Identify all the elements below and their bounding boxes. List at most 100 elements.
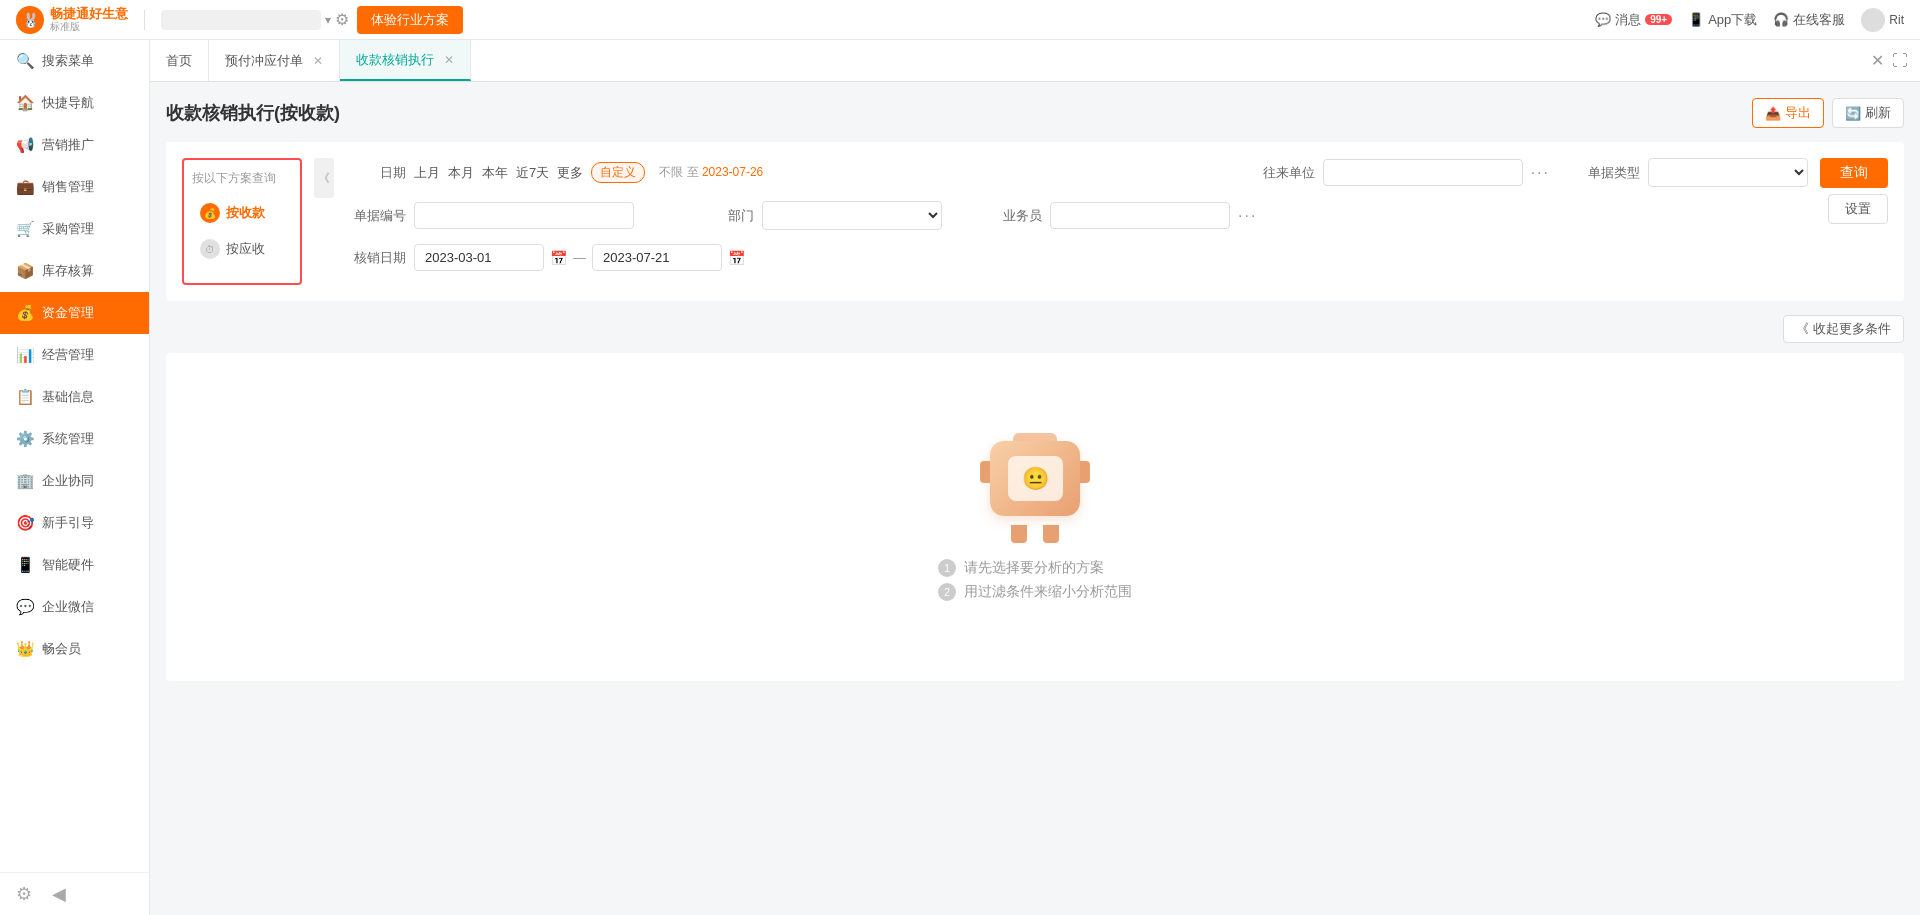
date-custom[interactable]: 自定义: [591, 162, 645, 183]
sidebar-item-label: 智能硬件: [42, 556, 94, 574]
receivable-icon: ⏱: [200, 239, 220, 259]
bill-no-input[interactable]: [414, 202, 634, 229]
dept-select[interactable]: [762, 201, 942, 230]
maximize-icon[interactable]: ⛶: [1892, 52, 1908, 70]
sidebar-item-inventory[interactable]: 📦 库存核算: [0, 250, 149, 292]
date-more[interactable]: 更多: [557, 164, 583, 182]
date-this-month[interactable]: 本月: [448, 164, 474, 182]
counterparty-input[interactable]: [1323, 159, 1523, 186]
filter-form: 日期 上月 本月 本年 近7天 更多 自定义 不限 至: [346, 158, 1808, 285]
sidebar-item-label: 搜索菜单: [42, 52, 94, 70]
calendar-from-icon[interactable]: 📅: [550, 250, 567, 266]
search-icon: 🔍: [16, 52, 34, 70]
date-this-year[interactable]: 本年: [482, 164, 508, 182]
tab-prepay-close[interactable]: ✕: [313, 54, 323, 68]
enterprise-icon: 🏢: [16, 472, 34, 490]
sidebar-item-management[interactable]: 📊 经营管理: [0, 334, 149, 376]
dept-label: 部门: [694, 207, 754, 225]
gear-icon[interactable]: ⚙: [335, 10, 349, 29]
dept-field: 部门: [694, 201, 942, 230]
calendar-to-icon[interactable]: 📅: [728, 250, 745, 266]
sidebar-item-label: 企业微信: [42, 598, 94, 616]
sidebar-item-finance[interactable]: 💰 资金管理: [0, 292, 149, 334]
tip-text-1: 请先选择要分析的方案: [964, 559, 1104, 577]
date-range: 📅 — 📅: [414, 244, 745, 271]
verify-date-to-input[interactable]: [592, 244, 722, 271]
online-service-label: 在线客服: [1793, 11, 1845, 29]
sidebar-item-guide[interactable]: 🎯 新手引导: [0, 502, 149, 544]
sidebar-item-label: 畅会员: [42, 640, 81, 658]
sidebar-item-search[interactable]: 🔍 搜索菜单: [0, 40, 149, 82]
refresh-label: 刷新: [1865, 104, 1891, 122]
collapse-filter-button[interactable]: 《: [314, 158, 334, 198]
close-window-icon[interactable]: ✕: [1871, 51, 1884, 70]
staff-more-icon[interactable]: ···: [1238, 207, 1257, 225]
export-button[interactable]: 📤 导出: [1752, 98, 1824, 128]
query-button[interactable]: 查询: [1820, 158, 1888, 188]
message-button[interactable]: 💬 消息 99+: [1595, 11, 1672, 29]
marketing-icon: 📢: [16, 136, 34, 154]
sidebar-item-label: 快捷导航: [42, 94, 94, 112]
sidebar-item-nav[interactable]: 🏠 快捷导航: [0, 82, 149, 124]
main-layout: 🔍 搜索菜单 🏠 快捷导航 📢 营销推广 💼 销售管理 🛒 采购管理 📦 库存核…: [0, 40, 1920, 915]
tab-bar: 首页 预付冲应付单 ✕ 收款核销执行 ✕ ✕ ⛶: [150, 40, 1920, 82]
verify-date-from-input[interactable]: [414, 244, 544, 271]
tab-bar-right: ✕ ⛶: [1859, 40, 1920, 81]
app-download-label: App下载: [1708, 11, 1757, 29]
sidebar-item-marketing[interactable]: 📢 营销推广: [0, 124, 149, 166]
filter-option-by-receivable[interactable]: ⏱ 按应收: [192, 233, 292, 265]
headset-icon: 🎧: [1773, 12, 1789, 27]
staff-input[interactable]: [1050, 202, 1230, 229]
home-icon: 🏠: [16, 94, 34, 112]
system-icon: ⚙️: [16, 430, 34, 448]
sidebar: 🔍 搜索菜单 🏠 快捷导航 📢 营销推广 💼 销售管理 🛒 采购管理 📦 库存核…: [0, 40, 150, 915]
sidebar-item-member[interactable]: 👑 畅会员: [0, 628, 149, 670]
management-icon: 📊: [16, 346, 34, 364]
bill-type-field: 单据类型: [1580, 158, 1808, 187]
hardware-icon: 📱: [16, 556, 34, 574]
solution-button[interactable]: 体验行业方案: [357, 6, 463, 34]
basic-icon: 📋: [16, 388, 34, 406]
sidebar-item-label: 采购管理: [42, 220, 94, 238]
top-bar: 🐰 畅捷通好生意 标准版 ▾ ⚙ 体验行业方案 💬 消息 99+ 📱 App下载…: [0, 0, 1920, 40]
sidebar-item-basic[interactable]: 📋 基础信息: [0, 376, 149, 418]
app-download-button[interactable]: 📱 App下载: [1688, 11, 1757, 29]
settings-bottom-icon[interactable]: ⚙: [16, 883, 32, 905]
receipt-icon: 💰: [200, 203, 220, 223]
verify-date-field: 核销日期 📅 — 📅: [346, 244, 745, 271]
edition-text: 标准版: [50, 21, 128, 33]
tab-receipts[interactable]: 收款核销执行 ✕: [340, 40, 471, 81]
date-last-month[interactable]: 上月: [414, 164, 440, 182]
tip-text-2: 用过滤条件来缩小分析范围: [964, 583, 1132, 601]
date-7days[interactable]: 近7天: [516, 164, 549, 182]
tab-receipts-close[interactable]: ✕: [444, 53, 454, 67]
sidebar-item-sales[interactable]: 💼 销售管理: [0, 166, 149, 208]
sidebar-item-enterprise[interactable]: 🏢 企业协同: [0, 460, 149, 502]
counterparty-more-icon[interactable]: ···: [1531, 164, 1550, 182]
top-bar-left: 🐰 畅捷通好生意 标准版 ▾ ⚙ 体验行业方案: [16, 6, 463, 34]
export-icon: 📤: [1765, 106, 1781, 121]
bill-type-select[interactable]: [1648, 158, 1808, 187]
sales-icon: 💼: [16, 178, 34, 196]
tab-prepay[interactable]: 预付冲应付单 ✕: [209, 40, 340, 81]
sidebar-item-label: 系统管理: [42, 430, 94, 448]
collapse-more-button[interactable]: 《 收起更多条件: [1783, 315, 1904, 343]
sidebar-item-wechat[interactable]: 💬 企业微信: [0, 586, 149, 628]
counterparty-field: 往来单位 ···: [1255, 159, 1550, 186]
bill-type-label: 单据类型: [1580, 164, 1640, 182]
tab-receipts-label: 收款核销执行: [356, 51, 434, 69]
online-service-button[interactable]: 🎧 在线客服: [1773, 11, 1845, 29]
sidebar-item-purchase[interactable]: 🛒 采购管理: [0, 208, 149, 250]
message-label: 消息: [1615, 11, 1641, 29]
tab-home[interactable]: 首页: [150, 40, 209, 81]
refresh-button[interactable]: 🔄 刷新: [1832, 98, 1904, 128]
sidebar-item-hardware[interactable]: 📱 智能硬件: [0, 544, 149, 586]
filter-row-1: 日期 上月 本月 本年 近7天 更多 自定义 不限 至: [346, 158, 1808, 187]
search-input[interactable]: [161, 10, 321, 30]
collapse-sidebar-icon[interactable]: ◀: [52, 883, 66, 905]
user-area[interactable]: Rit: [1861, 8, 1904, 32]
setting-button[interactable]: 设置: [1828, 194, 1888, 224]
sidebar-item-system[interactable]: ⚙️ 系统管理: [0, 418, 149, 460]
filter-option-by-receipt[interactable]: 💰 按收款: [192, 197, 292, 229]
logo-text: 畅捷通好生意: [50, 6, 128, 22]
